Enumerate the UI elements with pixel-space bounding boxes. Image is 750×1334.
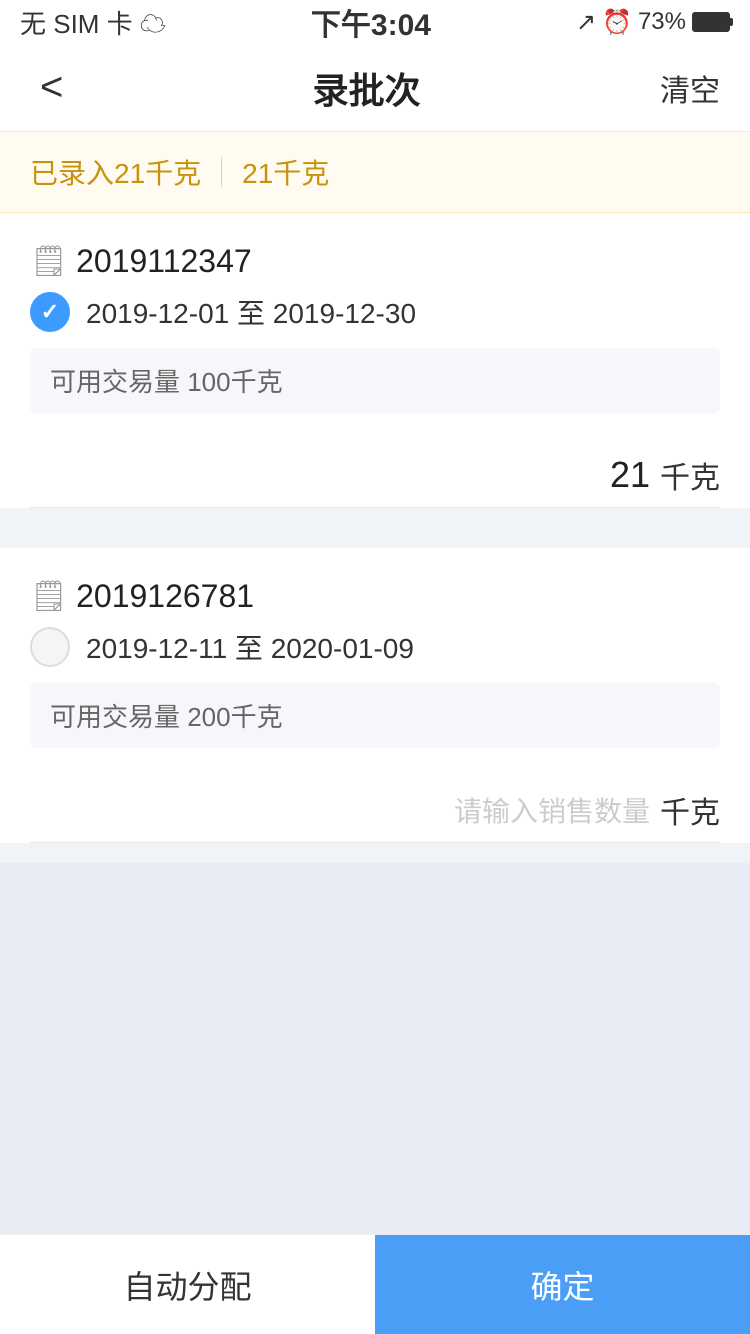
status-time: 下午3:04 [311, 0, 431, 44]
nav-bar: < 录批次 清空 [0, 44, 750, 132]
quantity-input-1[interactable] [550, 454, 650, 496]
batch-date-row-1: 2019-12-01 至 2019-12-30 [30, 292, 720, 332]
battery-percent: 73% [638, 8, 686, 36]
batch-availability-1: 可用交易量 100千克 [30, 348, 720, 413]
batch-id-2: 2019126781 [76, 578, 254, 615]
batch-card-2: 🗒 2019126781 2019-12-11 至 2020-01-09 可用交… [0, 548, 750, 843]
battery-icon [692, 12, 730, 32]
quantity-row-2: 请输入销售数量 千克 [0, 768, 750, 842]
info-divider [221, 157, 222, 187]
batch-id-1: 2019112347 [76, 243, 252, 280]
confirm-button[interactable]: 确定 [375, 1235, 750, 1334]
page-title: 录批次 [313, 62, 421, 114]
batch-card-1: 🗒 2019112347 2019-12-01 至 2019-12-30 可用交… [0, 213, 750, 508]
status-left: 无 SIM 卡 ☁ [20, 4, 166, 41]
clear-button[interactable]: 清空 [660, 66, 720, 110]
location-icon: ↗ [576, 8, 596, 37]
empty-area [0, 863, 750, 1263]
batch-date-2: 2019-12-11 至 2020-01-09 [86, 627, 414, 667]
total-amount: 21千克 [242, 152, 329, 192]
quantity-placeholder-2: 请输入销售数量 [30, 790, 650, 830]
back-button[interactable]: < [30, 55, 73, 120]
alarm-icon: ⏰ [602, 8, 632, 37]
info-banner: 已录入21千克 21千克 [0, 132, 750, 213]
batch-header-1: 🗒 2019112347 [30, 243, 720, 280]
doc-icon-1: 🗒 [30, 244, 68, 279]
radio-1[interactable] [30, 292, 70, 332]
status-right: ↗ ⏰ 73% [576, 8, 730, 37]
recorded-amount: 已录入21千克 [30, 152, 201, 192]
quantity-divider-1 [30, 507, 720, 508]
quantity-row-1: 千克 [0, 433, 750, 507]
quantity-unit-1: 千克 [660, 453, 720, 497]
bottom-buttons: 自动分配 确定 [0, 1234, 750, 1334]
batch-date-row-2: 2019-12-11 至 2020-01-09 [30, 627, 720, 667]
quantity-unit-2: 千克 [660, 788, 720, 832]
sim-label: 无 SIM 卡 ☁ [20, 4, 166, 41]
batch-date-1: 2019-12-01 至 2019-12-30 [86, 292, 416, 332]
section-divider [0, 528, 750, 548]
doc-icon-2: 🗒 [30, 579, 68, 614]
quantity-divider-2 [30, 842, 720, 843]
auto-distribute-button[interactable]: 自动分配 [0, 1235, 375, 1334]
status-bar: 无 SIM 卡 ☁ 下午3:04 ↗ ⏰ 73% [0, 0, 750, 44]
radio-2[interactable] [30, 627, 70, 667]
batch-availability-2: 可用交易量 200千克 [30, 683, 720, 748]
batch-header-2: 🗒 2019126781 [30, 578, 720, 615]
